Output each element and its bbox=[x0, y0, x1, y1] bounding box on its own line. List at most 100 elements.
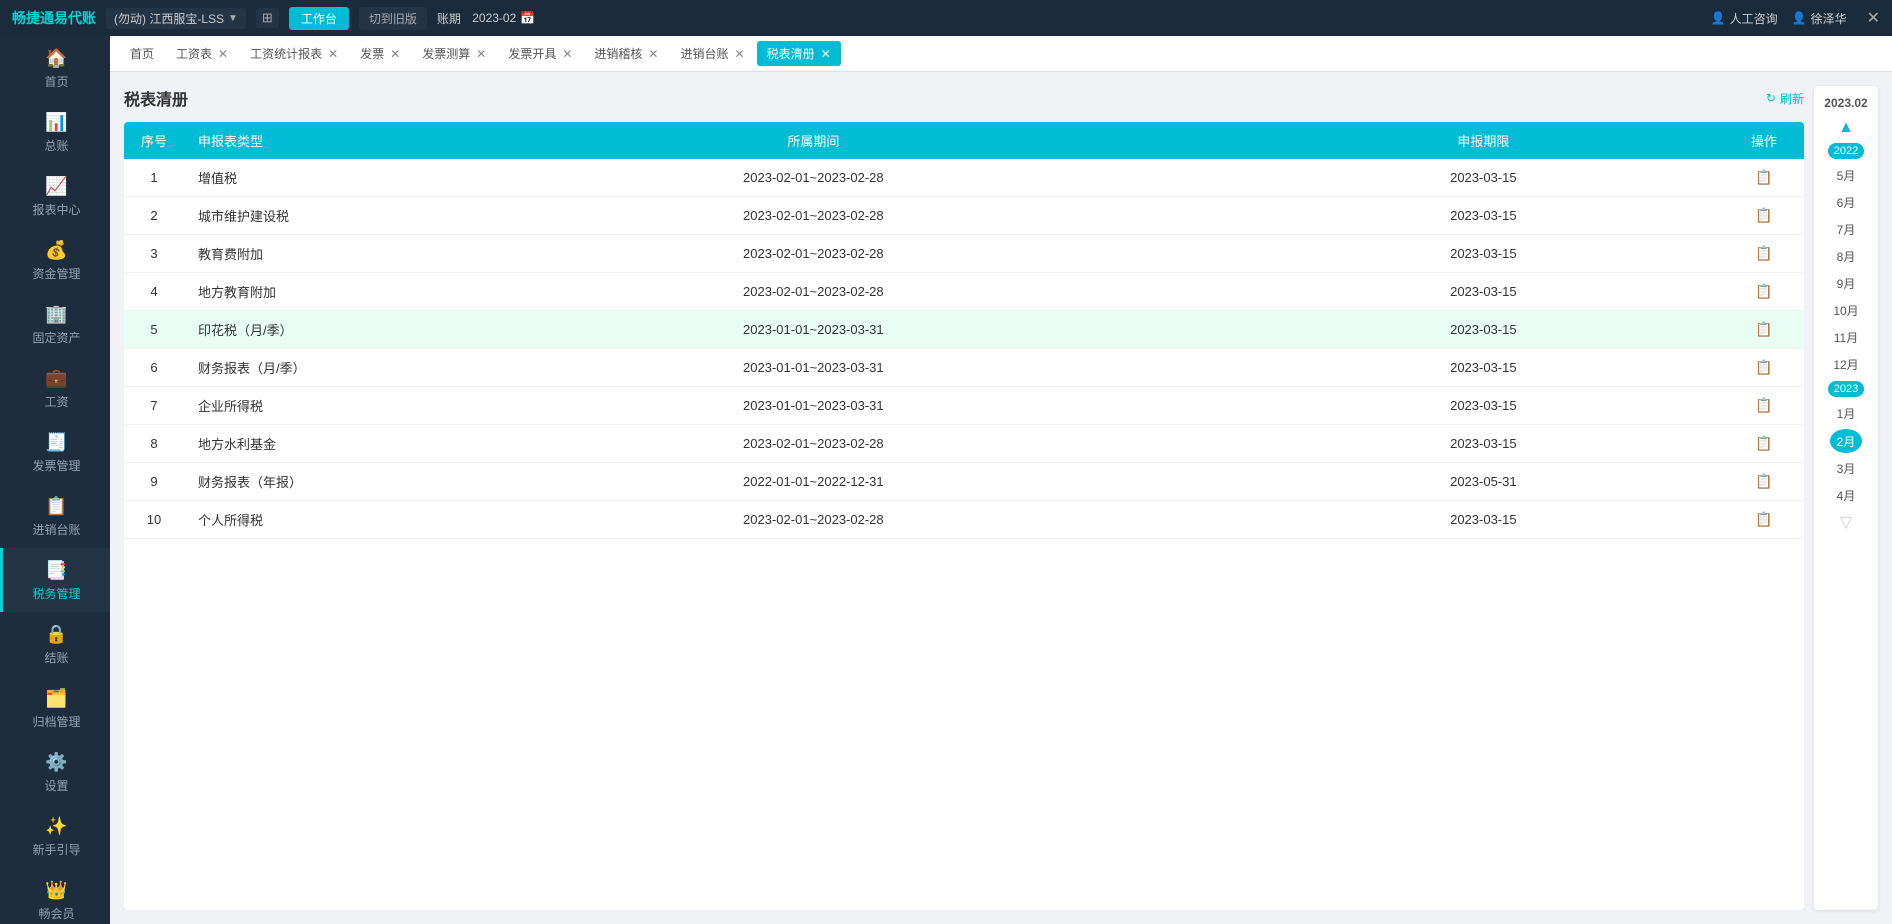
date-panel-down-button[interactable]: ▽ bbox=[1814, 509, 1878, 535]
table-row: 2 城市维护建设税 2023-02-01~2023-02-28 2023-03-… bbox=[124, 197, 1804, 235]
sidebar-item-ledger[interactable]: 📊 总账 bbox=[0, 100, 110, 164]
sidebar-item-home[interactable]: 🏠 首页 bbox=[0, 36, 110, 100]
tab-close-icon[interactable]: ✕ bbox=[328, 47, 338, 61]
sidebar-item-invoices[interactable]: 🧾 发票管理 bbox=[0, 420, 110, 484]
cell-type: 企业所得税 bbox=[184, 387, 384, 425]
sidebar-item-settings[interactable]: ⚙️ 设置 bbox=[0, 740, 110, 804]
table-row: 6 财务报表（月/季） 2023-01-01~2023-03-31 2023-0… bbox=[124, 349, 1804, 387]
action-detail-button[interactable]: 📋 bbox=[1751, 243, 1776, 264]
page-title: 税表清册 bbox=[124, 86, 188, 110]
action-detail-button[interactable]: 📋 bbox=[1751, 319, 1776, 340]
cell-action: 📋 bbox=[1724, 463, 1804, 501]
cell-action: 📋 bbox=[1724, 197, 1804, 235]
tab-home[interactable]: 首页 bbox=[120, 41, 164, 66]
capital-icon: 💰 bbox=[45, 240, 67, 261]
tab-salary-table[interactable]: 工资表✕ bbox=[166, 41, 238, 66]
action-detail-button[interactable]: 📋 bbox=[1751, 471, 1776, 492]
tab-close-icon[interactable]: ✕ bbox=[648, 47, 658, 61]
tab-close-icon[interactable]: ✕ bbox=[218, 47, 228, 61]
tab-close-icon[interactable]: ✕ bbox=[562, 47, 572, 61]
refresh-button[interactable]: ↻ 刷新 bbox=[1766, 90, 1804, 107]
cell-action: 📋 bbox=[1724, 273, 1804, 311]
cell-period: 2023-02-01~2023-02-28 bbox=[384, 235, 1243, 273]
archive-icon: 🗂️ bbox=[45, 688, 67, 709]
workstation-button[interactable]: 工作台 bbox=[289, 7, 349, 30]
tab-close-icon[interactable]: ✕ bbox=[735, 47, 745, 61]
month-item[interactable]: 7月 bbox=[1828, 216, 1864, 243]
cell-period: 2023-02-01~2023-02-28 bbox=[384, 197, 1243, 235]
sidebar-item-closing[interactable]: 🔒 结账 bbox=[0, 612, 110, 676]
tab-invoice-issue[interactable]: 发票开具✕ bbox=[498, 41, 582, 66]
sidebar-item-label: 进销台账 bbox=[32, 521, 80, 538]
action-detail-button[interactable]: 📋 bbox=[1751, 433, 1776, 454]
sidebar-item-assets[interactable]: 🏢 固定资产 bbox=[0, 292, 110, 356]
sidebar-item-salary[interactable]: 💼 工资 bbox=[0, 356, 110, 420]
copy-icon-btn[interactable]: ⊞ bbox=[256, 8, 279, 28]
calendar-icon[interactable]: 📅 bbox=[520, 11, 535, 25]
action-detail-button[interactable]: 📋 bbox=[1751, 167, 1776, 188]
month-item[interactable]: 8月 bbox=[1828, 243, 1864, 270]
date-panel-up-button[interactable]: ▲ bbox=[1814, 116, 1878, 140]
cell-period: 2023-02-01~2023-02-28 bbox=[384, 159, 1243, 197]
tab-label: 发票测算 bbox=[422, 45, 470, 62]
user-menu[interactable]: 👤 徐泽华 bbox=[1792, 10, 1847, 27]
sidebar-item-capital[interactable]: 💰 资金管理 bbox=[0, 228, 110, 292]
action-detail-button[interactable]: 📋 bbox=[1751, 509, 1776, 530]
sidebar-item-tax[interactable]: 📑 税务管理 bbox=[0, 548, 110, 612]
tab-bar: 首页工资表✕工资统计报表✕发票✕发票测算✕发票开具✕进销稽核✕进销台账✕税表清册… bbox=[110, 36, 1892, 72]
month-item[interactable]: 3月 bbox=[1828, 455, 1864, 482]
reconcile-icon: 📋 bbox=[45, 496, 67, 517]
month-item[interactable]: 12月 bbox=[1828, 351, 1864, 378]
sidebar-item-vip[interactable]: 👑 畅会员 bbox=[0, 868, 110, 924]
year-2023-label[interactable]: 2023 bbox=[1828, 381, 1864, 397]
sidebar-item-reconcile[interactable]: 📋 进销台账 bbox=[0, 484, 110, 548]
sidebar-item-reports[interactable]: 📈 报表中心 bbox=[0, 164, 110, 228]
action-detail-button[interactable]: 📋 bbox=[1751, 395, 1776, 416]
month-item[interactable]: 1月 bbox=[1828, 400, 1864, 427]
cell-action: 📋 bbox=[1724, 501, 1804, 539]
assets-icon: 🏢 bbox=[45, 304, 67, 325]
old-version-button[interactable]: 切到旧版 bbox=[359, 7, 427, 30]
action-detail-button[interactable]: 📋 bbox=[1751, 281, 1776, 302]
date-panel-header: 2023.02 bbox=[1824, 92, 1867, 116]
cell-period: 2023-01-01~2023-03-31 bbox=[384, 387, 1243, 425]
cell-type: 地方水利基金 bbox=[184, 425, 384, 463]
table-header-row: 序号 申报表类型 所属期间 申报期限 操作 bbox=[124, 122, 1804, 159]
tab-close-icon[interactable]: ✕ bbox=[390, 47, 400, 61]
cell-type: 印花税（月/季） bbox=[184, 311, 384, 349]
month-item[interactable]: 6月 bbox=[1828, 189, 1864, 216]
tab-purchase-verify[interactable]: 进销稽核✕ bbox=[584, 41, 668, 66]
table-row: 4 地方教育附加 2023-02-01~2023-02-28 2023-03-1… bbox=[124, 273, 1804, 311]
consult-button[interactable]: 👤 人工咨询 bbox=[1711, 10, 1778, 27]
tab-purchase-ledger[interactable]: 进销台账✕ bbox=[670, 41, 754, 66]
cell-deadline: 2023-03-15 bbox=[1243, 311, 1724, 349]
year-2022-label[interactable]: 2022 bbox=[1828, 143, 1864, 159]
month-item[interactable]: 5月 bbox=[1828, 162, 1864, 189]
action-detail-button[interactable]: 📋 bbox=[1751, 205, 1776, 226]
tab-tax-list[interactable]: 税表清册✕ bbox=[757, 41, 841, 66]
tab-label: 首页 bbox=[130, 45, 154, 62]
month-item[interactable]: 4月 bbox=[1828, 482, 1864, 509]
tab-salary-report[interactable]: 工资统计报表✕ bbox=[240, 41, 348, 66]
sidebar-item-guide[interactable]: ✨ 新手引导 bbox=[0, 804, 110, 868]
month-item[interactable]: 9月 bbox=[1828, 270, 1864, 297]
cell-seq: 9 bbox=[124, 463, 184, 501]
month-item[interactable]: 11月 bbox=[1828, 324, 1864, 351]
company-selector[interactable]: (勿动) 江西服宝-LSS ▼ bbox=[106, 8, 246, 29]
tab-invoice-calc[interactable]: 发票测算 ✕ bbox=[412, 41, 496, 66]
main-layout: 🏠 首页 📊 总账 📈 报表中心 💰 资金管理 🏢 固定资产 💼 工资 🧾 发票… bbox=[0, 36, 1892, 924]
window-close-button[interactable]: ✕ bbox=[1867, 8, 1880, 28]
cell-type: 城市维护建设税 bbox=[184, 197, 384, 235]
sidebar-item-label: 新手引导 bbox=[32, 841, 80, 858]
cell-seq: 10 bbox=[124, 501, 184, 539]
tab-close-icon[interactable]: ✕ bbox=[821, 47, 831, 61]
table-row: 3 教育费附加 2023-02-01~2023-02-28 2023-03-15… bbox=[124, 235, 1804, 273]
tab-invoice[interactable]: 发票✕ bbox=[350, 41, 410, 66]
action-detail-button[interactable]: 📋 bbox=[1751, 357, 1776, 378]
month-item[interactable]: 2月 bbox=[1830, 429, 1862, 453]
month-item[interactable]: 10月 bbox=[1828, 297, 1864, 324]
table-row: 9 财务报表（年报） 2022-01-01~2022-12-31 2023-05… bbox=[124, 463, 1804, 501]
home-icon: 🏠 bbox=[45, 48, 67, 69]
sidebar-item-archive[interactable]: 🗂️ 归档管理 bbox=[0, 676, 110, 740]
tab-close-icon[interactable]: ✕ bbox=[476, 47, 486, 61]
